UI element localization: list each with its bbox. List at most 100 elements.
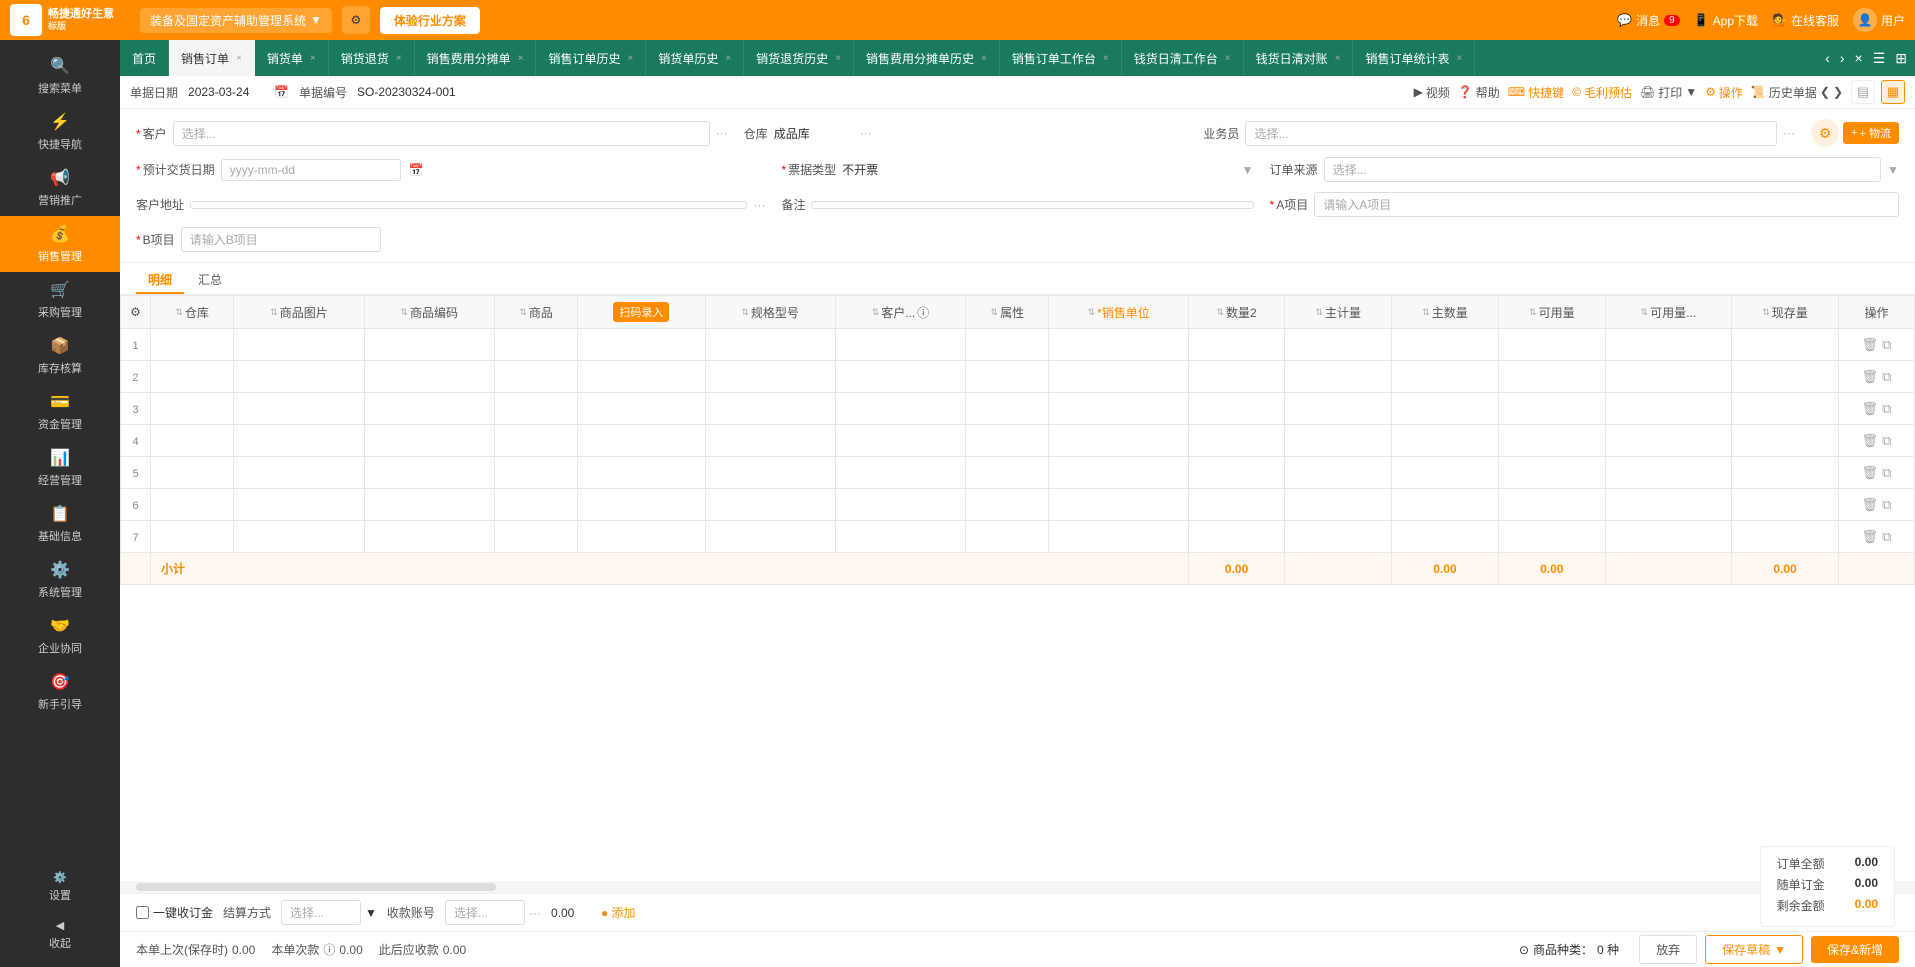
delivery-input[interactable]: yyyy-mm-dd	[221, 159, 401, 181]
tab-close-icon[interactable]: ×	[835, 53, 841, 64]
copy-row-icon[interactable]: ⧉	[1882, 433, 1891, 449]
help-btn[interactable]: ❓ 帮助	[1458, 84, 1500, 101]
sidebar-item-quicknav[interactable]: ⚡ 快捷导航	[0, 104, 120, 160]
tab-sales-order[interactable]: 销售订单 ×	[169, 40, 255, 76]
tab-close-icon[interactable]: ×	[1456, 53, 1462, 64]
sidebar-item-operations[interactable]: 📊 经营管理	[0, 440, 120, 496]
add-goods-button[interactable]: + + 物流	[1843, 122, 1899, 144]
copy-row-icon[interactable]: ⧉	[1882, 529, 1891, 545]
quickpay-checkbox[interactable]	[136, 906, 149, 919]
sidebar-item-sales[interactable]: 💰 销售管理	[0, 216, 120, 272]
user-menu[interactable]: 👤 用户	[1853, 8, 1905, 32]
sidebar-item-search[interactable]: 🔍 搜索菜单	[0, 48, 120, 104]
tab-cash-workbench[interactable]: 钱货日清工作台 ×	[1122, 40, 1244, 76]
tab-goods-history[interactable]: 销货单历史 ×	[646, 40, 744, 76]
nav-next-arrow[interactable]: ›	[1836, 48, 1849, 68]
customer-input[interactable]: 选择...	[173, 121, 710, 146]
shortcut-btn[interactable]: ⌨ 快捷键	[1508, 84, 1564, 101]
delete-row-icon[interactable]: 🗑	[1862, 497, 1879, 513]
tab-close-icon[interactable]: ×	[1103, 53, 1109, 64]
tab-close-icon[interactable]: ×	[1225, 53, 1231, 64]
scan-button[interactable]: 扫码录入	[613, 302, 669, 322]
a-project-input[interactable]: 请输入A项目	[1314, 192, 1899, 217]
messages-icon[interactable]: 💬 消息 9	[1617, 12, 1680, 29]
tab-expense[interactable]: 销售费用分摊单 ×	[415, 40, 537, 76]
add-payment-button[interactable]: ● 添加	[601, 904, 636, 921]
tab-return-history[interactable]: 销货退货历史 ×	[744, 40, 854, 76]
print-btn[interactable]: 🖨 打印 ▼	[1640, 84, 1697, 101]
sidebar-item-finance[interactable]: 💳 资金管理	[0, 384, 120, 440]
grid-view-icon[interactable]: ▤	[1851, 80, 1875, 104]
copy-row-icon[interactable]: ⧉	[1882, 401, 1891, 417]
address-input[interactable]	[190, 201, 747, 209]
tab-order-stats[interactable]: 销售订单统计表 ×	[1353, 40, 1475, 76]
sidebar-item-basicinfo[interactable]: 📋 基础信息	[0, 496, 120, 552]
sidebar-collapse[interactable]: ◀ 收起	[0, 913, 120, 957]
tab-close-icon[interactable]: ×	[1335, 53, 1341, 64]
tab-close-icon[interactable]: ×	[518, 53, 524, 64]
delete-row-icon[interactable]: 🗑	[1862, 465, 1879, 481]
account-more-icon[interactable]: ···	[529, 906, 541, 920]
tab-close-icon[interactable]: ×	[725, 53, 731, 64]
system-title[interactable]: 装备及固定资产辅助管理系统 ▼	[140, 8, 332, 33]
view-btn[interactable]: ▶ 视频	[1414, 84, 1450, 101]
sidebar-item-marketing[interactable]: 📢 营销推广	[0, 160, 120, 216]
quickpay-checkbox-label[interactable]: 一键收订金	[136, 904, 213, 921]
staff-input[interactable]: 选择...	[1245, 121, 1777, 146]
nav-close-btn[interactable]: ×	[1851, 48, 1867, 68]
note-input[interactable]	[811, 201, 1253, 209]
warehouse-more-icon[interactable]: ···	[860, 126, 872, 140]
order-source-dropdown-icon[interactable]: ▼	[1887, 163, 1899, 177]
tab-close-icon[interactable]: ×	[310, 53, 316, 64]
delete-row-icon[interactable]: 🗑	[1862, 529, 1879, 545]
discard-button[interactable]: 放弃	[1639, 935, 1697, 964]
copy-row-icon[interactable]: ⧉	[1882, 337, 1891, 353]
tab-home[interactable]: 首页	[120, 40, 169, 76]
nav-prev-arrow[interactable]: ‹	[1821, 48, 1834, 68]
delete-row-icon[interactable]: 🗑	[1862, 401, 1879, 417]
sidebar-item-system[interactable]: ⚙️ 系统管理	[0, 552, 120, 608]
save-draft-button[interactable]: 保存草稿 ▼	[1705, 935, 1803, 964]
nav-expand-btn[interactable]: ⊞	[1891, 48, 1911, 69]
delivery-calendar-icon[interactable]: 📅	[409, 163, 424, 177]
save-new-button[interactable]: 保存&新增	[1811, 936, 1899, 963]
settings-gear-icon[interactable]: ⚙	[342, 6, 370, 34]
delete-row-icon[interactable]: 🗑	[1862, 337, 1879, 353]
tab-close-icon[interactable]: ×	[396, 53, 402, 64]
tab-summary[interactable]: 汇总	[186, 267, 234, 294]
profit-btn[interactable]: © 毛利预估	[1572, 84, 1632, 101]
tab-order-history[interactable]: 销售订单历史 ×	[536, 40, 646, 76]
payment-method-input[interactable]: 选择...	[281, 900, 361, 925]
solution-button[interactable]: 体验行业方案	[380, 7, 480, 34]
tab-close-icon[interactable]: ×	[627, 53, 633, 64]
calendar-icon[interactable]: 📅	[274, 85, 289, 99]
sidebar-item-inventory[interactable]: 📦 库存核算	[0, 328, 120, 384]
delete-row-icon[interactable]: 🗑	[1862, 369, 1879, 385]
invoice-dropdown-icon[interactable]: ▼	[1242, 163, 1254, 177]
table-view-icon[interactable]: ▦	[1881, 80, 1905, 104]
address-more-icon[interactable]: ···	[753, 198, 765, 212]
tab-detail[interactable]: 明细	[136, 267, 184, 294]
form-settings-icon[interactable]: ⚙	[1811, 119, 1839, 147]
nav-menu-btn[interactable]: ☰	[1869, 48, 1890, 69]
copy-row-icon[interactable]: ⧉	[1882, 465, 1891, 481]
copy-row-icon[interactable]: ⧉	[1882, 369, 1891, 385]
tab-expense-history[interactable]: 销售费用分摊单历史 ×	[854, 40, 1000, 76]
tab-close-icon[interactable]: ×	[236, 53, 242, 64]
tab-sales-goods[interactable]: 销货单 ×	[255, 40, 329, 76]
tab-return[interactable]: 销货退货 ×	[329, 40, 415, 76]
order-source-input[interactable]: 选择...	[1324, 157, 1882, 182]
sidebar-item-collab[interactable]: 🤝 企业协同	[0, 608, 120, 664]
sidebar-item-purchase[interactable]: 🛒 采购管理	[0, 272, 120, 328]
sidebar-settings[interactable]: ⚙️ 设置	[0, 865, 120, 909]
col-settings-header[interactable]: ⚙	[121, 296, 151, 329]
horizontal-scrollbar[interactable]	[136, 883, 496, 891]
operate-btn[interactable]: ⚙ 操作	[1705, 84, 1743, 101]
tab-order-workbench[interactable]: 销售订单工作台 ×	[1000, 40, 1122, 76]
copy-row-icon[interactable]: ⧉	[1882, 497, 1891, 513]
account-input[interactable]: 选择...	[445, 900, 525, 925]
online-service-link[interactable]: 💁 在线客服	[1772, 12, 1839, 29]
app-download-link[interactable]: 📱 App下载	[1694, 12, 1758, 29]
sidebar-item-guide[interactable]: 🎯 新手引导	[0, 664, 120, 720]
b-project-input[interactable]: 请输入B项目	[181, 227, 381, 252]
